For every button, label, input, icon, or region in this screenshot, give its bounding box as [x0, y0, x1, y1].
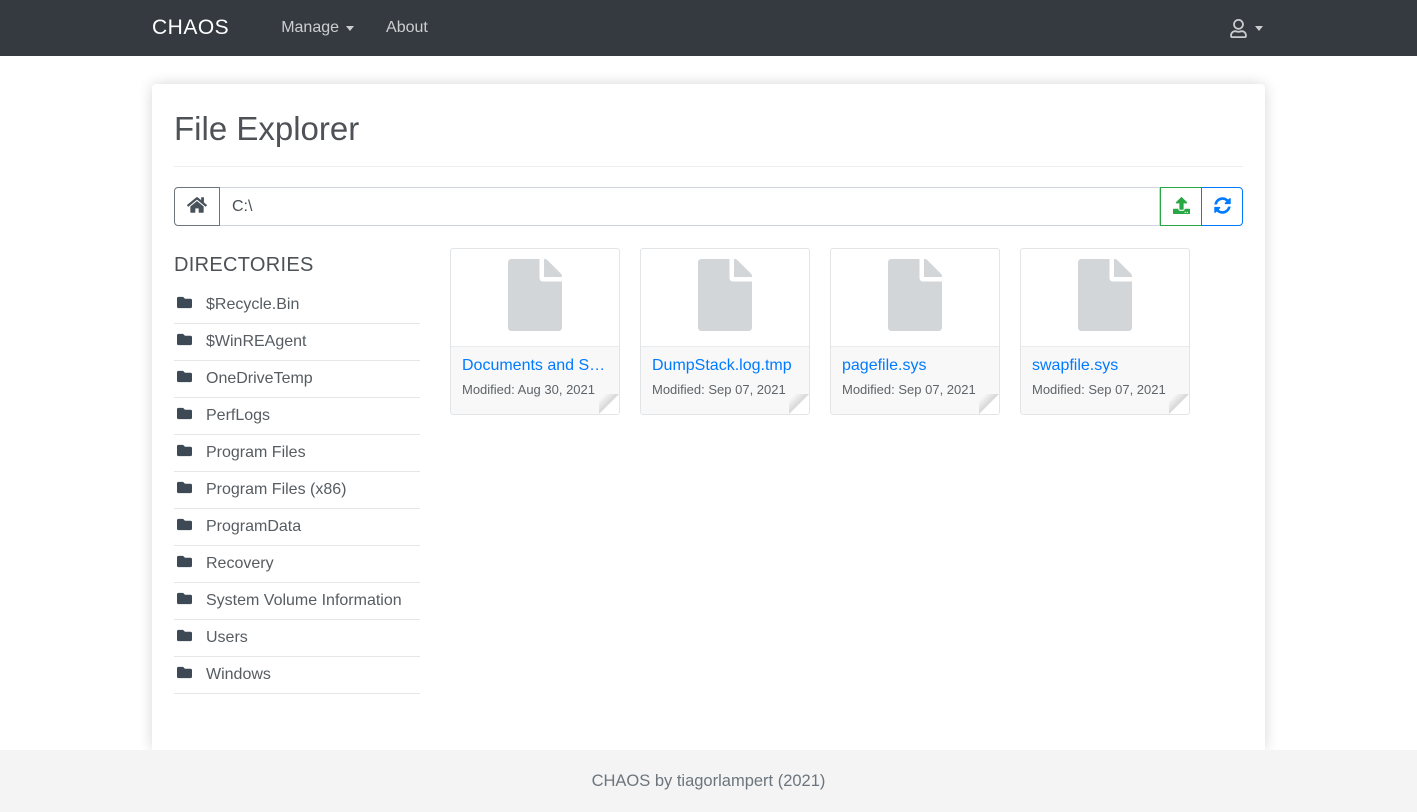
folder-icon	[176, 517, 193, 537]
directory-item[interactable]: $WinREAgent	[174, 324, 420, 361]
page-title: File Explorer	[174, 110, 360, 147]
fold-corner-decoration	[599, 394, 619, 414]
file-name-link[interactable]: DumpStack.log.tmp	[652, 357, 798, 375]
directory-item[interactable]: ProgramData	[174, 509, 420, 546]
directory-item[interactable]: Program Files	[174, 435, 420, 472]
file-modified: Modified: Sep 07, 2021	[1032, 382, 1166, 397]
directories-header: DIRECTORIES	[174, 254, 314, 276]
directory-label: Program Files	[206, 444, 306, 461]
file-thumbnail	[831, 249, 999, 347]
nav-item-about-label: About	[386, 19, 428, 36]
home-button[interactable]	[174, 187, 220, 226]
chevron-down-icon	[1255, 25, 1263, 31]
home-icon	[186, 196, 208, 217]
files-grid: Documents and S… Modified: Aug 30, 2021 …	[450, 244, 1243, 415]
fold-corner-decoration	[979, 394, 999, 414]
file-thumbnail	[641, 249, 809, 347]
fold-corner-decoration	[789, 394, 809, 414]
file-name-link[interactable]: swapfile.sys	[1032, 357, 1178, 375]
app-root: CHAOS Manage About File Explorer C:\ DIR…	[0, 0, 1417, 812]
file-card: Documents and S… Modified: Aug 30, 2021	[450, 248, 620, 415]
directory-item[interactable]: Users	[174, 620, 420, 657]
folder-icon	[176, 628, 193, 648]
title-divider	[174, 166, 1243, 167]
upload-icon	[1172, 196, 1190, 217]
directory-item[interactable]: System Volume Information	[174, 583, 420, 620]
file-icon	[698, 259, 752, 336]
nav-item-manage[interactable]: Manage	[267, 11, 368, 45]
user-dropdown[interactable]	[1228, 13, 1265, 44]
upload-button[interactable]	[1160, 187, 1202, 226]
directory-label: Windows	[206, 666, 271, 683]
user-icon	[1230, 18, 1247, 38]
folder-icon	[176, 480, 193, 500]
file-modified: Modified: Sep 07, 2021	[842, 382, 976, 397]
nav-item-manage-label: Manage	[281, 19, 340, 36]
file-modified: Modified: Aug 30, 2021	[462, 382, 595, 397]
directory-item[interactable]: Windows	[174, 657, 420, 694]
file-meta: pagefile.sys Modified: Sep 07, 2021	[831, 347, 999, 414]
refresh-button[interactable]	[1201, 187, 1243, 226]
fold-corner-decoration	[1169, 394, 1189, 414]
folder-icon	[176, 332, 193, 352]
directory-label: Recovery	[206, 555, 274, 572]
directory-label: $WinREAgent	[206, 333, 307, 350]
file-meta: Documents and S… Modified: Aug 30, 2021	[451, 347, 619, 414]
footer-text: CHAOS by tiagorlampert (2021)	[591, 771, 826, 790]
directory-label: Users	[206, 629, 248, 646]
directories-panel: DIRECTORIES $Recycle.Bin $WinREAgent One…	[174, 244, 420, 694]
file-thumbnail	[451, 249, 619, 347]
directory-label: PerfLogs	[206, 407, 271, 424]
directory-item[interactable]: PerfLogs	[174, 398, 420, 435]
refresh-icon	[1213, 196, 1231, 217]
directory-label: $Recycle.Bin	[206, 296, 300, 313]
top-navbar: CHAOS Manage About	[0, 0, 1417, 56]
folder-icon	[176, 406, 193, 426]
directory-item[interactable]: Program Files (x86)	[174, 472, 420, 509]
file-icon	[888, 259, 942, 336]
file-thumbnail	[1021, 249, 1189, 347]
navbar-container: CHAOS Manage About	[152, 11, 1265, 45]
file-name-link[interactable]: pagefile.sys	[842, 357, 988, 375]
directory-item[interactable]: $Recycle.Bin	[174, 287, 420, 324]
file-card: pagefile.sys Modified: Sep 07, 2021	[830, 248, 1000, 415]
main-area: File Explorer C:\ DIRECTORIES $Recycle.B…	[0, 56, 1417, 750]
path-bar	[174, 187, 1243, 226]
chevron-down-icon	[346, 25, 355, 31]
directory-label: ProgramData	[206, 518, 302, 535]
file-card: swapfile.sys Modified: Sep 07, 2021	[1020, 248, 1190, 415]
directory-label: Program Files (x86)	[206, 481, 347, 498]
explorer-columns: DIRECTORIES $Recycle.Bin $WinREAgent One…	[174, 244, 1243, 694]
directory-item[interactable]: Recovery	[174, 546, 420, 583]
folder-icon	[176, 554, 193, 574]
folder-icon	[176, 591, 193, 611]
folder-icon	[176, 665, 193, 685]
folder-icon	[176, 369, 193, 389]
file-name-link[interactable]: Documents and S…	[462, 357, 608, 375]
file-card: DumpStack.log.tmp Modified: Sep 07, 2021	[640, 248, 810, 415]
directory-item[interactable]: OneDriveTemp	[174, 361, 420, 398]
file-meta: DumpStack.log.tmp Modified: Sep 07, 2021	[641, 347, 809, 414]
file-icon	[1078, 259, 1132, 336]
brand-logo[interactable]: CHAOS	[152, 16, 229, 40]
path-input[interactable]	[220, 187, 1160, 226]
file-modified: Modified: Sep 07, 2021	[652, 382, 786, 397]
directory-label: OneDriveTemp	[206, 370, 313, 387]
file-explorer-card: File Explorer C:\ DIRECTORIES $Recycle.B…	[152, 84, 1265, 750]
folder-icon	[176, 295, 193, 315]
page-footer: CHAOS by tiagorlampert (2021)	[0, 750, 1417, 812]
directories-list: $Recycle.Bin $WinREAgent OneDriveTemp Pe…	[174, 287, 420, 694]
nav-links: Manage About	[267, 11, 1228, 45]
file-meta: swapfile.sys Modified: Sep 07, 2021	[1021, 347, 1189, 414]
nav-item-about[interactable]: About	[372, 11, 442, 45]
file-icon	[508, 259, 562, 336]
directory-label: System Volume Information	[206, 592, 402, 609]
folder-icon	[176, 443, 193, 463]
